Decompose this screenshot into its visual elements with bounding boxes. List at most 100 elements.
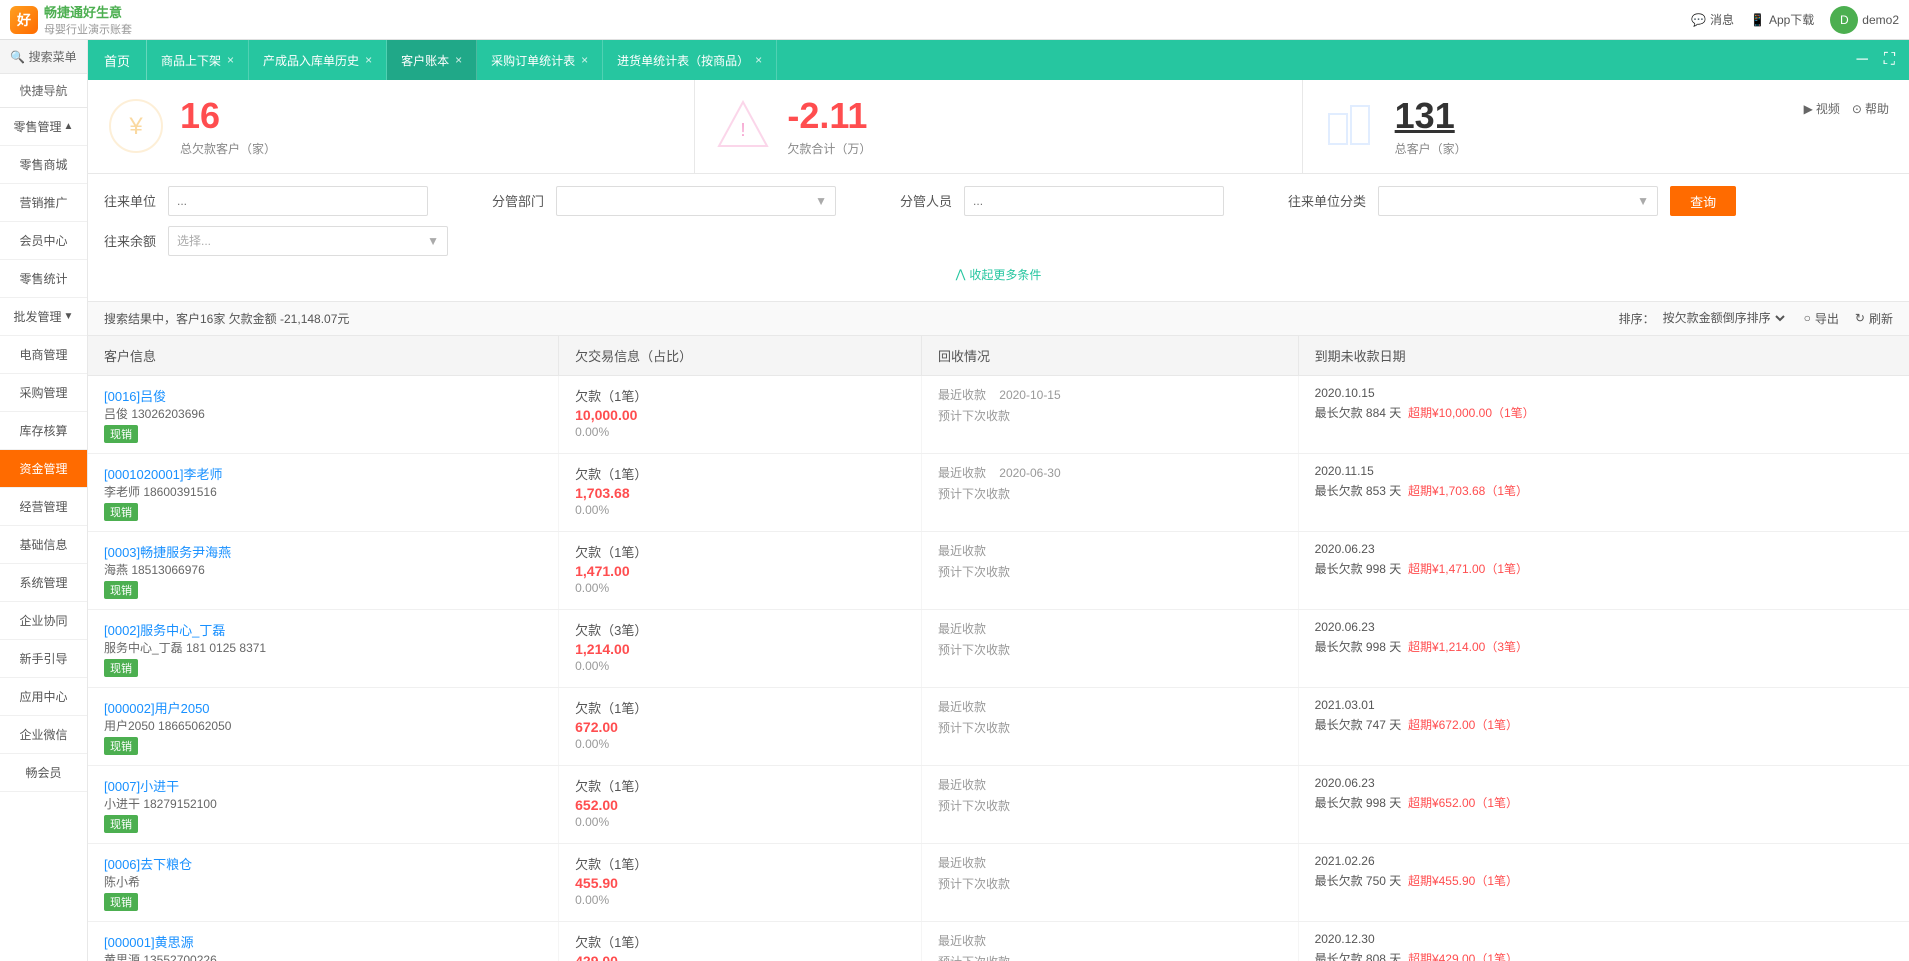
balance-select[interactable]: 选择... ▼ — [168, 226, 448, 256]
sidebar-search[interactable]: 🔍 搜索菜单 — [0, 40, 87, 74]
balance-label: 往来余额 — [104, 231, 156, 250]
overdue-days: 最长欠款 808 天 超期¥429.00（1笔） — [1315, 950, 1893, 961]
customer-info-cell: [0002]服务中心_丁磊 服务中心_丁磊 181 0125 8371 现销 — [88, 609, 559, 687]
close-icon[interactable]: × — [755, 53, 762, 67]
app-download-label: App下载 — [1769, 11, 1814, 28]
sidebar-item-member[interactable]: 畅会员 — [0, 754, 87, 792]
customer-name[interactable]: [0007]小进干 — [104, 776, 542, 795]
export-btn[interactable]: ○ 导出 — [1804, 310, 1839, 327]
sidebar-item-finance[interactable]: 资金管理 — [0, 450, 87, 488]
app-subtitle: 母婴行业演示账套 — [44, 21, 132, 37]
collection-label: 最近收款 2020-10-15 — [938, 386, 1282, 403]
debt-amount: 1,703.68 — [575, 485, 905, 501]
debt-amount: 652.00 — [575, 797, 905, 813]
tab-purchase-stats[interactable]: 采购订单统计表 × — [477, 40, 603, 80]
sidebar-item-wechat[interactable]: 企业微信 — [0, 716, 87, 754]
sidebar-item-basic-info[interactable]: 基础信息 — [0, 526, 87, 564]
sidebar-item-retail-mall[interactable]: 零售商城 — [0, 146, 87, 184]
customer-name[interactable]: [000002]用户2050 — [104, 698, 542, 717]
customer-name[interactable]: [000001]黄思源 — [104, 932, 542, 951]
sidebar-item-system[interactable]: 系统管理 — [0, 564, 87, 602]
tab-customer-account[interactable]: 客户账本 × — [387, 40, 477, 80]
table-body: [0016]吕俊 吕俊 13026203696 现销 欠款（1笔） 10,000… — [88, 375, 1909, 961]
overdue-amount[interactable]: 超期¥1,471.00（1笔） — [1408, 562, 1528, 576]
sidebar-quick-nav[interactable]: 快捷导航 — [0, 74, 87, 108]
customer-phone: 吕俊 13026203696 — [104, 405, 542, 422]
minimize-btn[interactable]: ─ — [1852, 47, 1871, 73]
overdue-amount[interactable]: 超期¥10,000.00（1笔） — [1408, 406, 1535, 420]
main-layout: 🔍 搜索菜单 快捷导航 零售管理 ▲ 零售商城 营销推广 会员中心 零售统计 批… — [0, 40, 1909, 961]
customer-tag: 现销 — [104, 737, 138, 755]
sidebar-item-inventory[interactable]: 库存核算 — [0, 412, 87, 450]
customer-phone: 用户2050 18665062050 — [104, 717, 542, 734]
app-download-btn[interactable]: 📱 App下载 — [1750, 11, 1814, 28]
collection-label: 最近收款 — [938, 854, 1282, 871]
message-btn[interactable]: 💬 消息 — [1691, 11, 1734, 28]
close-icon[interactable]: × — [581, 53, 588, 67]
unit-category-select[interactable]: ▼ — [1378, 186, 1658, 216]
overdue-date: 2020.11.15 — [1315, 464, 1893, 478]
overdue-amount[interactable]: 超期¥429.00（1笔） — [1408, 952, 1518, 961]
sidebar-item-retail-management[interactable]: 零售管理 ▲ — [0, 108, 87, 146]
search-button[interactable]: 查询 — [1670, 186, 1736, 216]
overdue-amount[interactable]: 超期¥1,703.68（1笔） — [1408, 484, 1528, 498]
sidebar-item-member-center[interactable]: 会员中心 — [0, 222, 87, 260]
user-menu[interactable]: D demo2 — [1830, 6, 1899, 34]
debt-count: 欠款（1笔） — [575, 776, 905, 795]
dept-select[interactable]: ▼ — [556, 186, 836, 216]
table-row: [0003]畅捷服务尹海燕 海燕 18513066976 现销 欠款（1笔） 1… — [88, 531, 1909, 609]
customer-name[interactable]: [0002]服务中心_丁磊 — [104, 620, 542, 639]
message-label: 消息 — [1710, 11, 1734, 28]
collection-cell: 最近收款 预计下次收款 — [921, 921, 1298, 961]
sidebar-item-wholesale[interactable]: 批发管理 ▼ — [0, 298, 87, 336]
sidebar-item-guide[interactable]: 新手引导 — [0, 640, 87, 678]
overdue-days: 最长欠款 747 天 超期¥672.00（1笔） — [1315, 716, 1893, 733]
sidebar-item-app-center[interactable]: 应用中心 — [0, 678, 87, 716]
overdue-date: 2020.06.23 — [1315, 542, 1893, 556]
tab-home[interactable]: 首页 — [88, 40, 147, 80]
sidebar-item-enterprise[interactable]: 企业协同 — [0, 602, 87, 640]
close-icon[interactable]: × — [455, 53, 462, 67]
sort-control[interactable]: 排序： 按欠款金额倒序排序 — [1619, 310, 1788, 327]
customer-name[interactable]: [0001020001]李老师 — [104, 464, 542, 483]
debt-count: 欠款（3笔） — [575, 620, 905, 639]
logo-area: 好 畅捷通好生意 母婴行业演示账套 — [10, 2, 132, 37]
stat-card-total-customers: 131 总客户（家） ▶ 视频 ⊙ 帮助 — [1303, 80, 1909, 173]
maximize-btn[interactable]: ⛶ — [1880, 47, 1899, 73]
tab-product-shelf[interactable]: 商品上下架 × — [147, 40, 249, 80]
tab-purchase-product-stats[interactable]: 进货单统计表（按商品） × — [603, 40, 777, 80]
help-btn[interactable]: ⊙ 帮助 — [1852, 100, 1889, 117]
from-unit-input[interactable] — [168, 186, 428, 216]
debt-amount: 1,471.00 — [575, 563, 905, 579]
overdue-amount[interactable]: 超期¥672.00（1笔） — [1408, 718, 1518, 732]
table-header: 客户信息 欠交易信息（占比） 回收情况 到期未收款日期 — [88, 336, 1909, 376]
sidebar-item-retail-stats[interactable]: 零售统计 — [0, 260, 87, 298]
debt-info-cell: 欠款（3笔） 1,214.00 0.00% — [559, 609, 922, 687]
close-icon[interactable]: × — [227, 53, 234, 67]
overdue-date: 2020.12.30 — [1315, 932, 1893, 946]
collection-cell: 最近收款 预计下次收款 — [921, 765, 1298, 843]
person-input[interactable] — [964, 186, 1224, 216]
overdue-amount[interactable]: 超期¥455.90（1笔） — [1408, 874, 1518, 888]
sidebar-item-purchase[interactable]: 采购管理 — [0, 374, 87, 412]
content-area: 首页 商品上下架 × 产成品入库单历史 × 客户账本 × 采购订单统计表 × 进… — [88, 40, 1909, 961]
customer-name[interactable]: [0003]畅捷服务尹海燕 — [104, 542, 542, 561]
overdue-amount[interactable]: 超期¥652.00（1笔） — [1408, 796, 1518, 810]
tab-product-history[interactable]: 产成品入库单历史 × — [249, 40, 387, 80]
sidebar-item-operations[interactable]: 经营管理 — [0, 488, 87, 526]
col-customer-info: 客户信息 — [88, 336, 559, 376]
due-date-cell: 2020.06.23 最长欠款 998 天 超期¥1,471.00（1笔） — [1298, 531, 1909, 609]
close-icon[interactable]: × — [365, 53, 372, 67]
customer-name[interactable]: [0006]去下粮仓 — [104, 854, 542, 873]
customer-name[interactable]: [0016]吕俊 — [104, 386, 542, 405]
sidebar-item-ecommerce[interactable]: 电商管理 — [0, 336, 87, 374]
sidebar-item-marketing[interactable]: 营销推广 — [0, 184, 87, 222]
collection-cell: 最近收款 预计下次收款 — [921, 843, 1298, 921]
refresh-btn[interactable]: ↻ 刷新 — [1855, 310, 1893, 327]
chevron-down-icon: ▼ — [64, 311, 74, 322]
video-btn[interactable]: ▶ 视频 — [1804, 100, 1840, 117]
collapse-btn[interactable]: ⋀ 收起更多条件 — [104, 260, 1893, 289]
customer-info-cell: [000001]黄思源 黄思源 13552700226 现销 — [88, 921, 559, 961]
overdue-amount[interactable]: 超期¥1,214.00（3笔） — [1408, 640, 1528, 654]
sort-select[interactable]: 按欠款金额倒序排序 — [1659, 310, 1788, 326]
